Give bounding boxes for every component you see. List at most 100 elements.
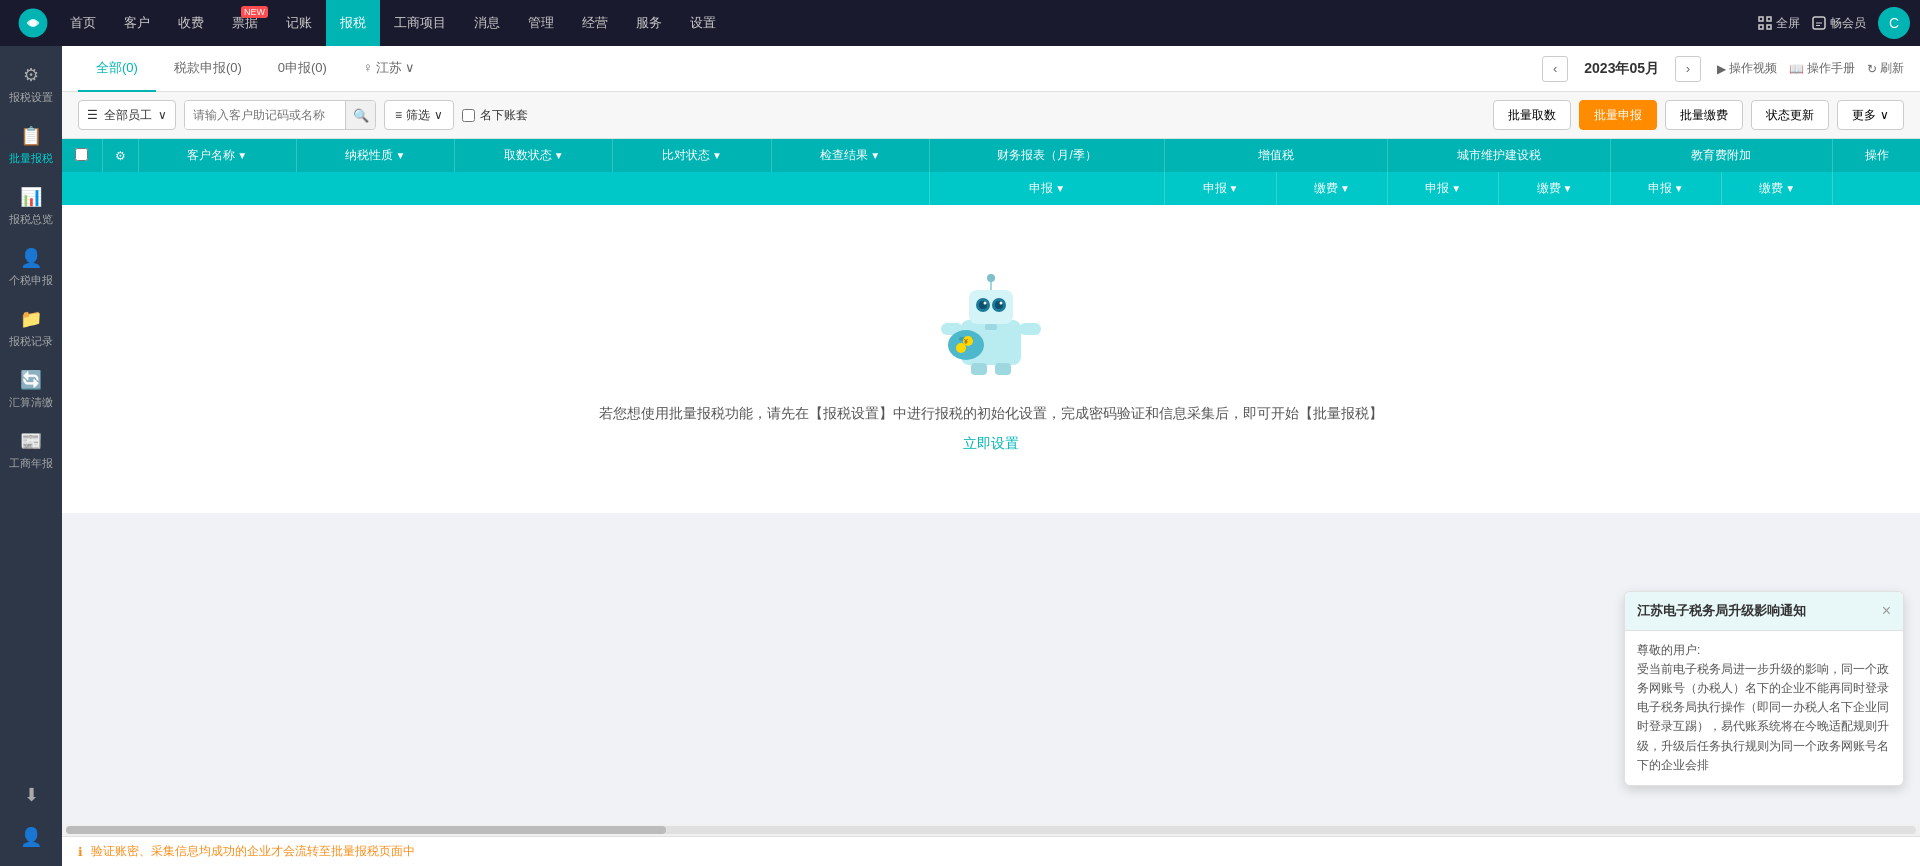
personal-tax-icon: 👤 — [20, 247, 42, 269]
header-tax-nature: 纳税性质▼ — [296, 139, 454, 172]
tab-right-actions: ▶ 操作视频 📖 操作手册 ↻ 刷新 — [1717, 60, 1904, 77]
tab-all[interactable]: 全部(0) — [78, 46, 156, 92]
tab-zero-declare[interactable]: 0申报(0) — [260, 46, 345, 92]
sub-header-vat-pay: 缴费▼ — [1276, 172, 1387, 205]
nav-message[interactable]: 消息 — [460, 0, 514, 46]
sidebar-item-user[interactable]: 👤 — [0, 816, 62, 858]
notification-header: 江苏电子税务局升级影响通知 × — [1625, 592, 1903, 631]
more-dropdown-icon: ∨ — [1880, 108, 1889, 122]
notification-title: 江苏电子税务局升级影响通知 — [1637, 602, 1806, 620]
tax-records-icon: 📁 — [20, 308, 42, 330]
account-checkbox-label[interactable]: 名下账套 — [462, 107, 528, 124]
operation-video-btn[interactable]: ▶ 操作视频 — [1717, 60, 1777, 77]
nav-billing[interactable]: 收费 — [164, 0, 218, 46]
svg-rect-2 — [1759, 17, 1763, 21]
search-box: 🔍 — [184, 100, 376, 130]
sidebar-item-tax-records[interactable]: 📁 报税记录 — [0, 298, 62, 359]
header-vat: 增值税 — [1165, 139, 1388, 172]
filter-button[interactable]: ≡ 筛选 ∨ — [384, 100, 454, 130]
batch-pay-btn[interactable]: 批量缴费 — [1665, 100, 1743, 130]
sidebar-item-tax-overview[interactable]: 📊 报税总览 — [0, 176, 62, 237]
horizontal-scrollbar[interactable] — [62, 824, 1920, 836]
nav-customer[interactable]: 客户 — [110, 0, 164, 46]
notification-close-btn[interactable]: × — [1882, 602, 1891, 620]
filter-icon-check[interactable]: ▼ — [870, 150, 880, 161]
table-row: ¥ 若您想使用批量报税功能，请先在【报税设置】中进行报税的初始化设置，完成密码验… — [62, 205, 1920, 513]
nav-tax[interactable]: 报税 — [326, 0, 380, 46]
table-sub-header-row: 申报▼ 申报▼ 缴费▼ 申报▼ 缴费▼ 申报▼ — [62, 172, 1920, 205]
bottom-bar-text: 验证账密、采集信息均成功的企业才会流转至批量报税页面中 — [91, 843, 415, 860]
empty-message: 若您想使用批量报税功能，请先在【报税设置】中进行报税的初始化设置，完成密码验证和… — [599, 405, 1383, 423]
svg-rect-3 — [1767, 17, 1771, 21]
settings-icon[interactable]: ⚙ — [115, 149, 126, 163]
svg-point-17 — [987, 274, 995, 282]
svg-rect-15 — [985, 324, 997, 330]
svg-point-13 — [984, 302, 987, 305]
employee-select[interactable]: ☰ 全部员工 ∨ — [78, 100, 176, 130]
notification-greeting: 尊敬的用户: — [1637, 641, 1891, 660]
header-education-fee: 教育费附加 — [1610, 139, 1833, 172]
svg-point-1 — [30, 20, 36, 26]
sidebar-item-settlement[interactable]: 🔄 汇算清缴 — [0, 359, 62, 420]
more-btn[interactable]: 更多 ∨ — [1837, 100, 1904, 130]
batch-declare-btn[interactable]: 批量申报 — [1579, 100, 1657, 130]
scroll-thumb[interactable] — [66, 826, 666, 834]
refresh-btn[interactable]: ↻ 刷新 — [1867, 60, 1904, 77]
account-checkbox[interactable] — [462, 109, 475, 122]
header-compare-status: 比对状态▼ — [613, 139, 771, 172]
filter-icon-fetch[interactable]: ▼ — [554, 150, 564, 161]
search-input[interactable] — [185, 100, 345, 130]
fullscreen-btn[interactable]: 全屏 — [1758, 15, 1800, 32]
prev-month-btn[interactable]: ‹ — [1542, 56, 1568, 82]
sidebar-item-tax-settings[interactable]: ⚙ 报税设置 — [0, 54, 62, 115]
nav-home[interactable]: 首页 — [56, 0, 110, 46]
filter-icon-compare[interactable]: ▼ — [712, 150, 722, 161]
avatar[interactable]: C — [1878, 7, 1910, 39]
header-check-result: 检查结果▼ — [771, 139, 929, 172]
scroll-track — [66, 826, 1916, 834]
nav-settings[interactable]: 设置 — [676, 0, 730, 46]
batch-fetch-btn[interactable]: 批量取数 — [1493, 100, 1571, 130]
filter-icon-name[interactable]: ▼ — [237, 150, 247, 161]
svg-rect-8 — [969, 290, 1013, 324]
search-icon: 🔍 — [353, 108, 369, 123]
tab-tax-declare[interactable]: 税款申报(0) — [156, 46, 260, 92]
sidebar-item-personal-tax[interactable]: 👤 个税申报 — [0, 237, 62, 298]
sub-header-financial-declare: 申报▼ — [929, 172, 1164, 205]
nav-service[interactable]: 服务 — [622, 0, 676, 46]
nav-accounting[interactable]: 记账 — [272, 0, 326, 46]
top-navigation: 首页 客户 收费 票据 NEW 记账 报税 工商项目 消息 管理 经营 服务 设… — [0, 0, 1920, 46]
select-all-checkbox[interactable] — [75, 148, 88, 161]
status-update-btn[interactable]: 状态更新 — [1751, 100, 1829, 130]
sub-header-vat-declare: 申报▼ — [1165, 172, 1276, 205]
info-icon: ℹ — [78, 845, 83, 859]
header-settings-col: ⚙ — [102, 139, 138, 172]
tab-jiangsu[interactable]: ♀ 江苏 ∨ — [345, 46, 433, 92]
logo[interactable] — [10, 7, 56, 39]
tax-settings-icon: ⚙ — [23, 64, 39, 86]
filter-dropdown-icon: ∨ — [434, 108, 443, 122]
svg-point-14 — [1000, 302, 1003, 305]
svg-rect-25 — [971, 363, 987, 375]
member-btn[interactable]: 畅会员 — [1812, 15, 1866, 32]
dropdown-arrow-icon: ∨ — [158, 108, 167, 122]
header-operation: 操作 — [1833, 139, 1920, 172]
month-display: 2023年05月 — [1574, 60, 1669, 78]
search-button[interactable]: 🔍 — [345, 100, 375, 130]
setup-link[interactable]: 立即设置 — [963, 435, 1019, 453]
sub-header-spacer — [62, 172, 929, 205]
nav-operation[interactable]: 经营 — [568, 0, 622, 46]
nav-business[interactable]: 工商项目 — [380, 0, 460, 46]
next-month-btn[interactable]: › — [1675, 56, 1701, 82]
video-icon: ▶ — [1717, 62, 1726, 76]
nav-invoice[interactable]: 票据 NEW — [218, 0, 272, 46]
sidebar-item-annual-report[interactable]: 📰 工商年报 — [0, 420, 62, 481]
nav-manage[interactable]: 管理 — [514, 0, 568, 46]
notification-body: 尊敬的用户: 受当前电子税务局进一步升级的影响，同一个政务网账号（办税人）名下的… — [1625, 631, 1903, 785]
refresh-icon: ↻ — [1867, 62, 1877, 76]
sub-header-city-declare: 申报▼ — [1388, 172, 1499, 205]
filter-icon-nature[interactable]: ▼ — [395, 150, 405, 161]
sidebar-item-batch-tax[interactable]: 📋 批量报税 — [0, 115, 62, 176]
operation-manual-btn[interactable]: 📖 操作手册 — [1789, 60, 1855, 77]
sidebar-item-download[interactable]: ⬇ — [0, 774, 62, 816]
